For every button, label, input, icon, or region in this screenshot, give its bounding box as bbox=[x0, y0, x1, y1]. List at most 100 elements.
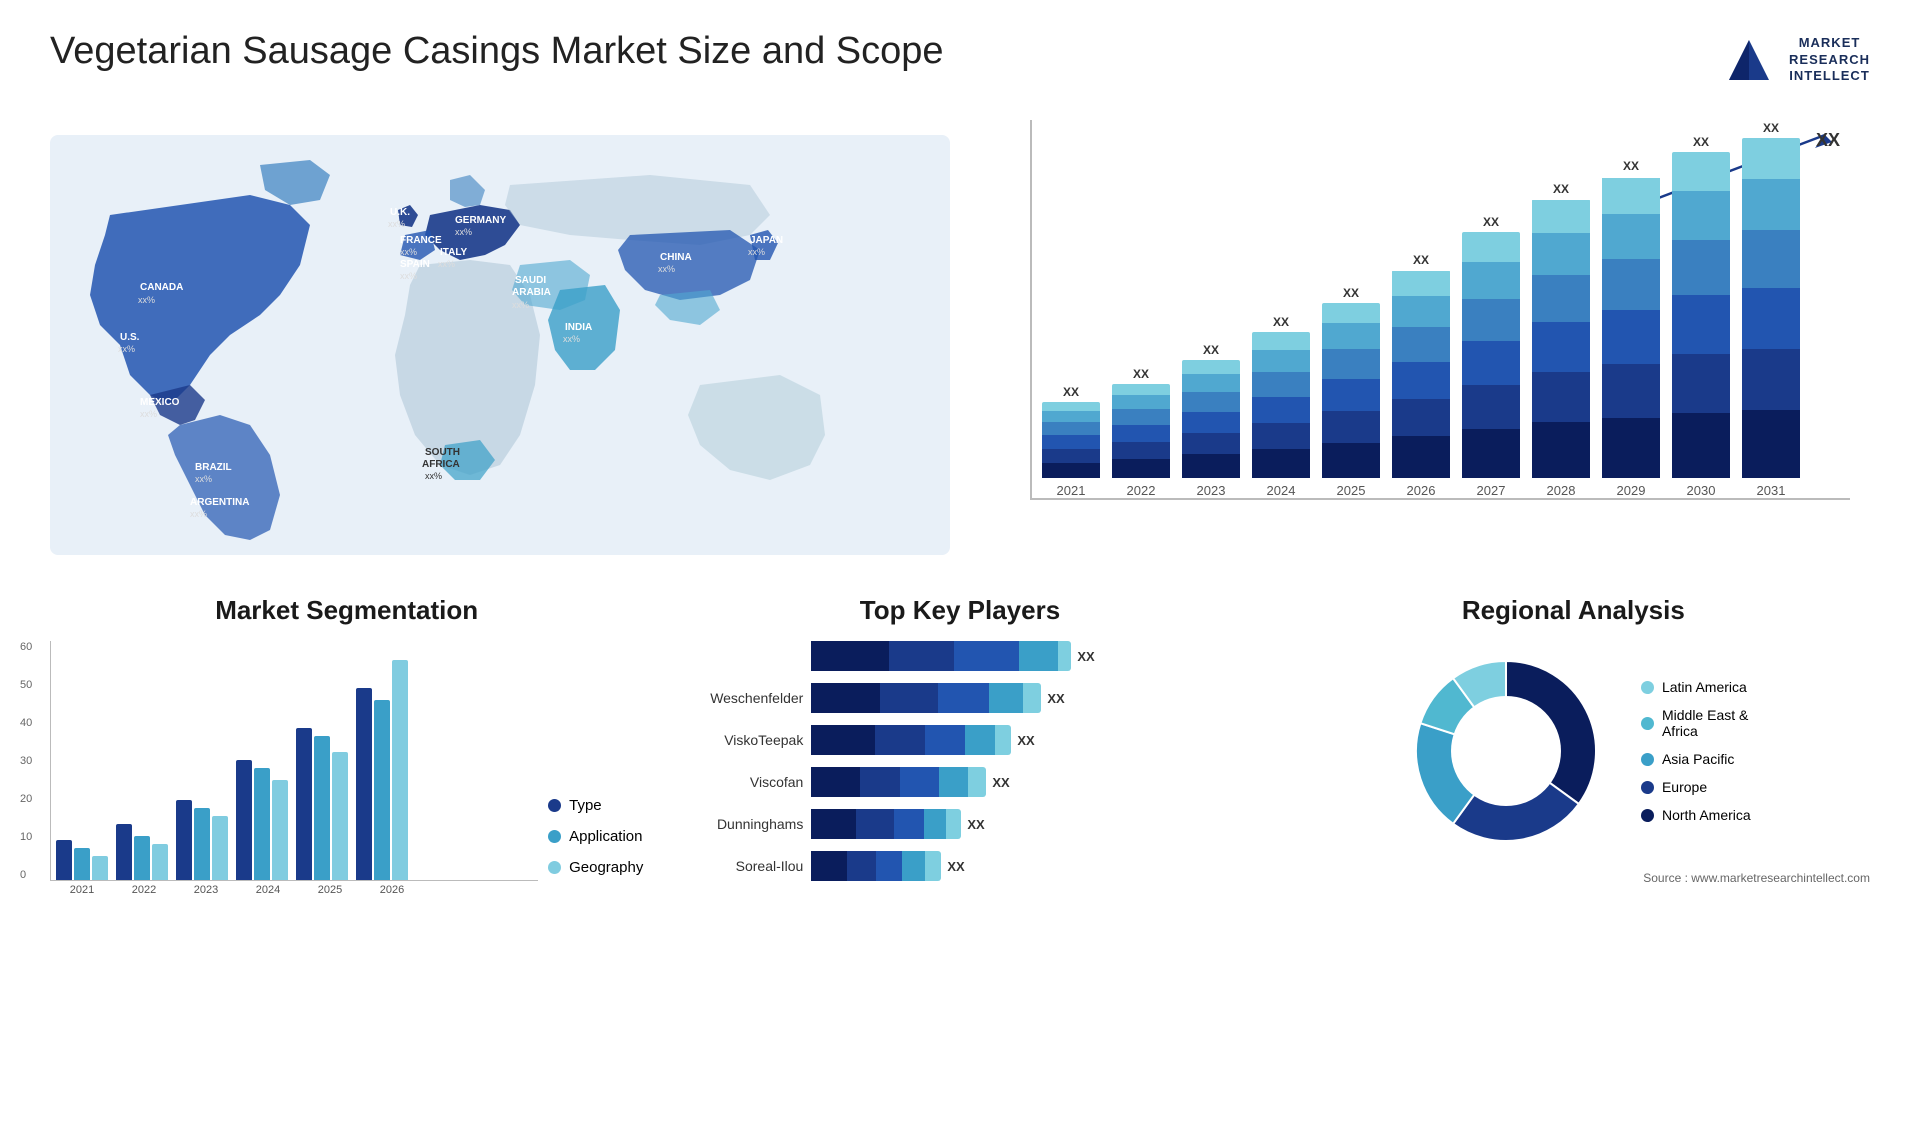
player-bar-seg bbox=[946, 809, 961, 839]
player-bar-2 bbox=[811, 725, 1011, 755]
bar-year-2027: 2027 bbox=[1477, 483, 1506, 498]
bar-seg bbox=[1182, 454, 1240, 478]
player-bar-seg bbox=[1023, 683, 1041, 713]
bar-xx-2021: XX bbox=[1063, 385, 1079, 399]
bar-seg bbox=[1602, 178, 1660, 214]
bar-seg bbox=[1392, 327, 1450, 362]
legend-type-label: Type bbox=[569, 797, 602, 814]
seg-bar-group-2023 bbox=[176, 800, 228, 880]
seg-bar bbox=[272, 780, 288, 880]
bar-seg bbox=[1672, 413, 1730, 478]
player-bar-seg bbox=[902, 851, 925, 881]
bar-seg bbox=[1532, 200, 1590, 233]
bar-seg bbox=[1042, 411, 1100, 422]
svg-text:xx%: xx% bbox=[195, 474, 212, 484]
bar-seg bbox=[1182, 392, 1240, 412]
seg-bar bbox=[194, 808, 210, 880]
southafrica-label: SOUTH bbox=[425, 447, 460, 458]
regional-content: Latin America Middle East &Africa Asia P… bbox=[1277, 641, 1870, 861]
player-name-1: Weschenfelder bbox=[673, 690, 803, 706]
seg-bar bbox=[74, 848, 90, 880]
player-name-2: ViskoTeepak bbox=[673, 732, 803, 748]
player-xx-1: XX bbox=[1047, 691, 1064, 706]
reg-legend-latin: Latin America bbox=[1641, 679, 1751, 695]
japan-label: JAPAN bbox=[750, 235, 783, 246]
bar-seg bbox=[1602, 418, 1660, 478]
player-bar-seg bbox=[811, 683, 880, 713]
player-bar-seg bbox=[925, 725, 965, 755]
bar-seg bbox=[1462, 299, 1520, 341]
reg-dot-mea bbox=[1641, 717, 1654, 730]
player-row-1: Weschenfelder XX bbox=[673, 683, 1246, 713]
player-bar-seg bbox=[876, 851, 902, 881]
bar-seg bbox=[1392, 436, 1450, 478]
bar-stack-2027 bbox=[1462, 232, 1520, 478]
player-bar-seg bbox=[965, 725, 995, 755]
bar-seg bbox=[1042, 463, 1100, 478]
player-name-3: Viscofan bbox=[673, 774, 803, 790]
bar-seg bbox=[1672, 240, 1730, 295]
seg-bar-group-2025 bbox=[296, 728, 348, 880]
seg-bar-group-2026 bbox=[356, 660, 408, 880]
bar-xx-2027: XX bbox=[1483, 215, 1499, 229]
bar-year-2025: 2025 bbox=[1337, 483, 1366, 498]
legend-app-dot bbox=[548, 830, 561, 843]
logo-icon bbox=[1719, 30, 1779, 90]
bar-seg bbox=[1532, 422, 1590, 478]
reg-label-mea: Middle East &Africa bbox=[1662, 707, 1748, 739]
germany-label: GERMANY bbox=[455, 215, 506, 226]
bar-seg bbox=[1742, 179, 1800, 230]
uk-label: U.K. bbox=[390, 207, 410, 218]
bar-stack-2024 bbox=[1252, 332, 1310, 478]
bar-year-2028: 2028 bbox=[1547, 483, 1576, 498]
bar-seg bbox=[1252, 332, 1310, 350]
seg-bar bbox=[356, 688, 372, 880]
bar-group-2031: XX2031 bbox=[1742, 121, 1800, 498]
seg-bar-group-2021 bbox=[56, 840, 108, 880]
svg-text:xx%: xx% bbox=[140, 409, 157, 419]
legend-application: Application bbox=[548, 828, 643, 845]
bar-chart-section: XX XX2021XX2022XX2023XX2024XX2025XX2026X… bbox=[970, 110, 1870, 580]
bar-seg bbox=[1462, 385, 1520, 429]
player-xx-0: XX bbox=[1077, 649, 1094, 664]
map-section: CANADA xx% U.S. xx% MEXICO xx% BRAZIL xx… bbox=[50, 110, 950, 580]
seg-bar bbox=[56, 840, 72, 880]
player-bar-seg bbox=[811, 809, 856, 839]
bar-seg bbox=[1322, 443, 1380, 478]
logo-text: MARKET RESEARCH INTELLECT bbox=[1789, 35, 1870, 86]
player-bar-seg bbox=[894, 809, 924, 839]
player-bar-wrap-1: XX bbox=[811, 683, 1064, 713]
bar-xx-2030: XX bbox=[1693, 135, 1709, 149]
bar-seg bbox=[1112, 459, 1170, 478]
bar-seg bbox=[1742, 349, 1800, 410]
canada-label: CANADA bbox=[140, 282, 183, 293]
bar-year-2022: 2022 bbox=[1127, 483, 1156, 498]
players-list: XX Weschenfelder XX ViskoTeepakXX Viscofan XX… bbox=[663, 641, 1256, 881]
bar-seg bbox=[1742, 410, 1800, 478]
bar-seg bbox=[1462, 232, 1520, 262]
bar-year-2024: 2024 bbox=[1267, 483, 1296, 498]
reg-legend-europe: Europe bbox=[1641, 779, 1751, 795]
legend-type: Type bbox=[548, 797, 643, 814]
bar-xx-2028: XX bbox=[1553, 182, 1569, 196]
player-bar-seg bbox=[925, 851, 941, 881]
player-bar-1 bbox=[811, 683, 1041, 713]
player-row-2: ViskoTeepakXX bbox=[673, 725, 1246, 755]
player-bar-seg bbox=[924, 809, 947, 839]
source-text: Source : www.marketresearchintellect.com bbox=[1277, 871, 1870, 885]
legend-type-dot bbox=[548, 799, 561, 812]
legend-geo-dot bbox=[548, 861, 561, 874]
player-bar-seg bbox=[938, 683, 989, 713]
bar-seg bbox=[1252, 350, 1310, 372]
bar-seg bbox=[1392, 362, 1450, 399]
player-bar-wrap-3: XX bbox=[811, 767, 1009, 797]
bar-group-2028: XX 2028 bbox=[1532, 182, 1590, 498]
player-bar-0 bbox=[811, 641, 1071, 671]
bar-seg bbox=[1392, 399, 1450, 436]
player-bar-seg bbox=[875, 725, 925, 755]
bar-group-2021: XX2021 bbox=[1042, 385, 1100, 498]
seg-bar bbox=[374, 700, 390, 880]
seg-xlabel-2025: 2025 bbox=[303, 884, 357, 896]
bar-seg bbox=[1252, 397, 1310, 423]
svg-text:xx%: xx% bbox=[438, 259, 455, 269]
